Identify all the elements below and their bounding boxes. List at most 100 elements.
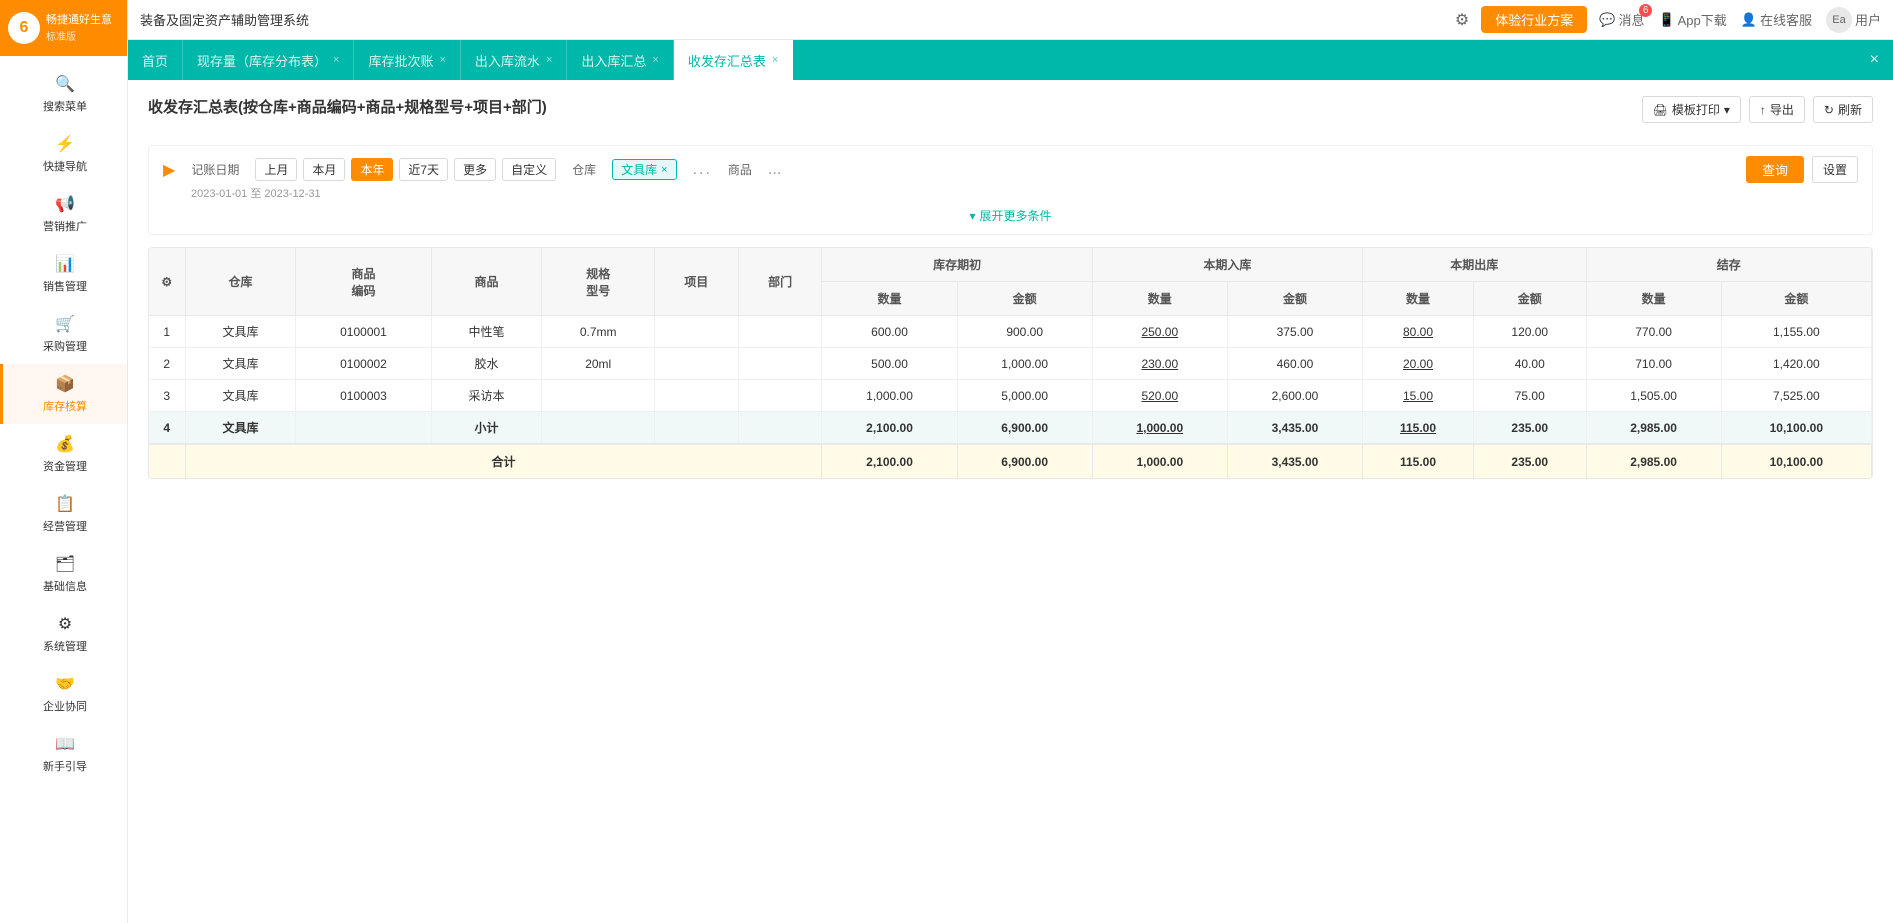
- table-row: 3文具库0100003采访本1,000.005,000.00520.002,60…: [149, 380, 1872, 412]
- sidebar-item-quick-nav[interactable]: ⚡快捷导航: [0, 124, 127, 184]
- date-option-本年[interactable]: 本年: [351, 158, 393, 181]
- row-dept: [738, 316, 822, 348]
- sidebar-item-operation[interactable]: 📋经营管理: [0, 484, 127, 544]
- tab-receive-send-summary[interactable]: 收发存汇总表×: [674, 40, 793, 80]
- warehouse-filter-label: 仓库: [572, 161, 596, 178]
- tab-batch-account[interactable]: 库存批次账×: [354, 40, 460, 80]
- logo-title: 畅捷通好生意: [46, 13, 112, 28]
- sidebar-item-search[interactable]: 🔍搜索菜单: [0, 64, 127, 124]
- row-product: 小计: [431, 412, 542, 445]
- warehouse-tag[interactable]: 文具库 ×: [612, 159, 676, 180]
- row-no: 1: [149, 316, 185, 348]
- sidebar-label-inventory: 库存核算: [43, 398, 87, 414]
- tab-stock-dist[interactable]: 现存量（库存分布表） ×: [183, 40, 354, 80]
- sidebar-item-system[interactable]: ⚙系统管理: [0, 604, 127, 664]
- content-area: 收发存汇总表(按仓库+商品编码+商品+规格型号+项目+部门) 🖨 模板打印 ▾ …: [128, 80, 1893, 923]
- row-project: [654, 380, 738, 412]
- product-filter-label: 商品: [728, 161, 752, 178]
- warehouse-tag-close-icon[interactable]: ×: [661, 164, 667, 176]
- date-option-近7天[interactable]: 近7天: [399, 158, 448, 181]
- tab-label-stock-dist: 现存量（库存分布表）: [197, 51, 327, 70]
- system-name: 装备及固定资产辅助管理系统: [140, 10, 1443, 29]
- sidebar-item-finance[interactable]: 💰资金管理: [0, 424, 127, 484]
- date-filter-label: 记账日期: [191, 161, 239, 178]
- row-bal-amt: 1,155.00: [1721, 316, 1871, 348]
- tab-close-stock-dist[interactable]: ×: [333, 54, 339, 66]
- tab-close-batch-account[interactable]: ×: [439, 54, 445, 66]
- tab-in-out-summary[interactable]: 出入库汇总×: [567, 40, 673, 80]
- sidebar-item-guide[interactable]: 📖新手引导: [0, 724, 127, 784]
- export-button[interactable]: ↑ 导出: [1749, 96, 1805, 123]
- row-spec: 20ml: [542, 348, 654, 380]
- tabbar: 首页现存量（库存分布表）×库存批次账×出入库流水×出入库汇总×收发存汇总表××: [128, 40, 1893, 80]
- app-download-button[interactable]: 📱 App下载: [1658, 10, 1726, 29]
- sidebar-item-marketing[interactable]: 📢营销推广: [0, 184, 127, 244]
- finance-icon: 💰: [55, 434, 75, 454]
- column-settings-button[interactable]: 设置: [1812, 156, 1858, 183]
- avatar: Ea: [1826, 7, 1852, 33]
- page-title: 收发存汇总表(按仓库+商品编码+商品+规格型号+项目+部门): [148, 96, 547, 117]
- tab-close-receive-send-summary[interactable]: ×: [772, 54, 778, 66]
- row-warehouse: 文具库: [185, 316, 296, 348]
- date-option-更多[interactable]: 更多: [454, 158, 496, 181]
- row-in-qty[interactable]: 520.00: [1092, 380, 1227, 412]
- tab-in-out-flow[interactable]: 出入库流水×: [461, 40, 567, 80]
- template-print-label: 模板打印: [1672, 101, 1720, 118]
- th-out-qty: 数量: [1363, 282, 1474, 316]
- trial-button[interactable]: 体验行业方案: [1481, 6, 1587, 33]
- sidebar-item-basic-info[interactable]: 🗂基础信息: [0, 544, 127, 604]
- main-area: 装备及固定资产辅助管理系统 ⚙ 体验行业方案 💬 消息 6 📱 App下载 👤 …: [128, 0, 1893, 923]
- tab-home[interactable]: 首页: [128, 40, 183, 80]
- date-option-自定义[interactable]: 自定义: [502, 158, 556, 181]
- row-out-qty[interactable]: 115.00: [1363, 412, 1474, 445]
- row-product: 中性笔: [431, 316, 542, 348]
- data-table-wrapper: ⚙ 仓库 商品编码 商品 规格型号 项目 部门 库存期初 本期入库 本期出库 结…: [148, 247, 1873, 479]
- purchase-icon: 🛒: [55, 314, 75, 334]
- query-button[interactable]: 查询: [1746, 156, 1804, 183]
- th-group-opening: 库存期初: [822, 248, 1092, 282]
- tab-close-in-out-summary[interactable]: ×: [652, 54, 658, 66]
- row-in-qty[interactable]: 250.00: [1092, 316, 1227, 348]
- search-icon: 🔍: [55, 74, 75, 94]
- row-in-qty[interactable]: 230.00: [1092, 348, 1227, 380]
- row-open-qty: 1,000.00: [822, 380, 957, 412]
- date-option-本月[interactable]: 本月: [303, 158, 345, 181]
- user-button[interactable]: Ea 用户: [1826, 7, 1881, 33]
- online-service-button[interactable]: 👤 在线客服: [1741, 10, 1812, 29]
- basic-info-icon: 🗂: [55, 554, 75, 574]
- sales-icon: 📊: [55, 254, 75, 274]
- filter-collapse-icon[interactable]: ▶: [163, 160, 175, 180]
- message-button[interactable]: 💬 消息 6: [1599, 10, 1644, 29]
- refresh-button[interactable]: ↻ 刷新: [1813, 96, 1873, 123]
- expand-more-label: 展开更多条件: [980, 207, 1052, 224]
- row-out-qty[interactable]: 15.00: [1363, 380, 1474, 412]
- footer-cell-8: 2,985.00: [1586, 444, 1721, 478]
- th-out-amt: 金额: [1474, 282, 1586, 316]
- row-in-qty[interactable]: 1,000.00: [1092, 412, 1227, 445]
- tabbar-close-icon[interactable]: ×: [1856, 51, 1893, 69]
- row-dept: [738, 348, 822, 380]
- template-print-button[interactable]: 🖨 模板打印 ▾: [1642, 96, 1741, 123]
- warehouse-more-icon[interactable]: ...: [693, 161, 712, 179]
- row-spec: [542, 412, 654, 445]
- tab-close-in-out-flow[interactable]: ×: [546, 54, 552, 66]
- th-code: 商品编码: [296, 248, 431, 316]
- row-out-amt: 75.00: [1474, 380, 1586, 412]
- expand-more-button[interactable]: ▾ 展开更多条件: [163, 207, 1858, 224]
- row-out-qty[interactable]: 80.00: [1363, 316, 1474, 348]
- product-more-icon[interactable]: ...: [768, 161, 781, 179]
- filter-row-1: ▶ 记账日期 上月本月本年近7天更多自定义 仓库 文具库 × ... 商品 ..…: [163, 156, 1858, 183]
- sidebar-item-inventory[interactable]: 📦库存核算: [0, 364, 127, 424]
- settings-icon[interactable]: ⚙: [1455, 10, 1469, 30]
- sidebar-item-enterprise[interactable]: 🤝企业协同: [0, 664, 127, 724]
- sidebar-item-sales[interactable]: 📊销售管理: [0, 244, 127, 304]
- chevron-down-icon: ▾: [969, 209, 975, 223]
- tab-label-home: 首页: [142, 51, 168, 70]
- th-in-amt: 金额: [1227, 282, 1362, 316]
- th-settings[interactable]: ⚙: [149, 248, 185, 316]
- footer-cell-9: 10,100.00: [1721, 444, 1871, 478]
- date-option-上月[interactable]: 上月: [255, 158, 297, 181]
- sidebar-item-purchase[interactable]: 🛒采购管理: [0, 304, 127, 364]
- export-label: 导出: [1770, 101, 1794, 118]
- row-out-qty[interactable]: 20.00: [1363, 348, 1474, 380]
